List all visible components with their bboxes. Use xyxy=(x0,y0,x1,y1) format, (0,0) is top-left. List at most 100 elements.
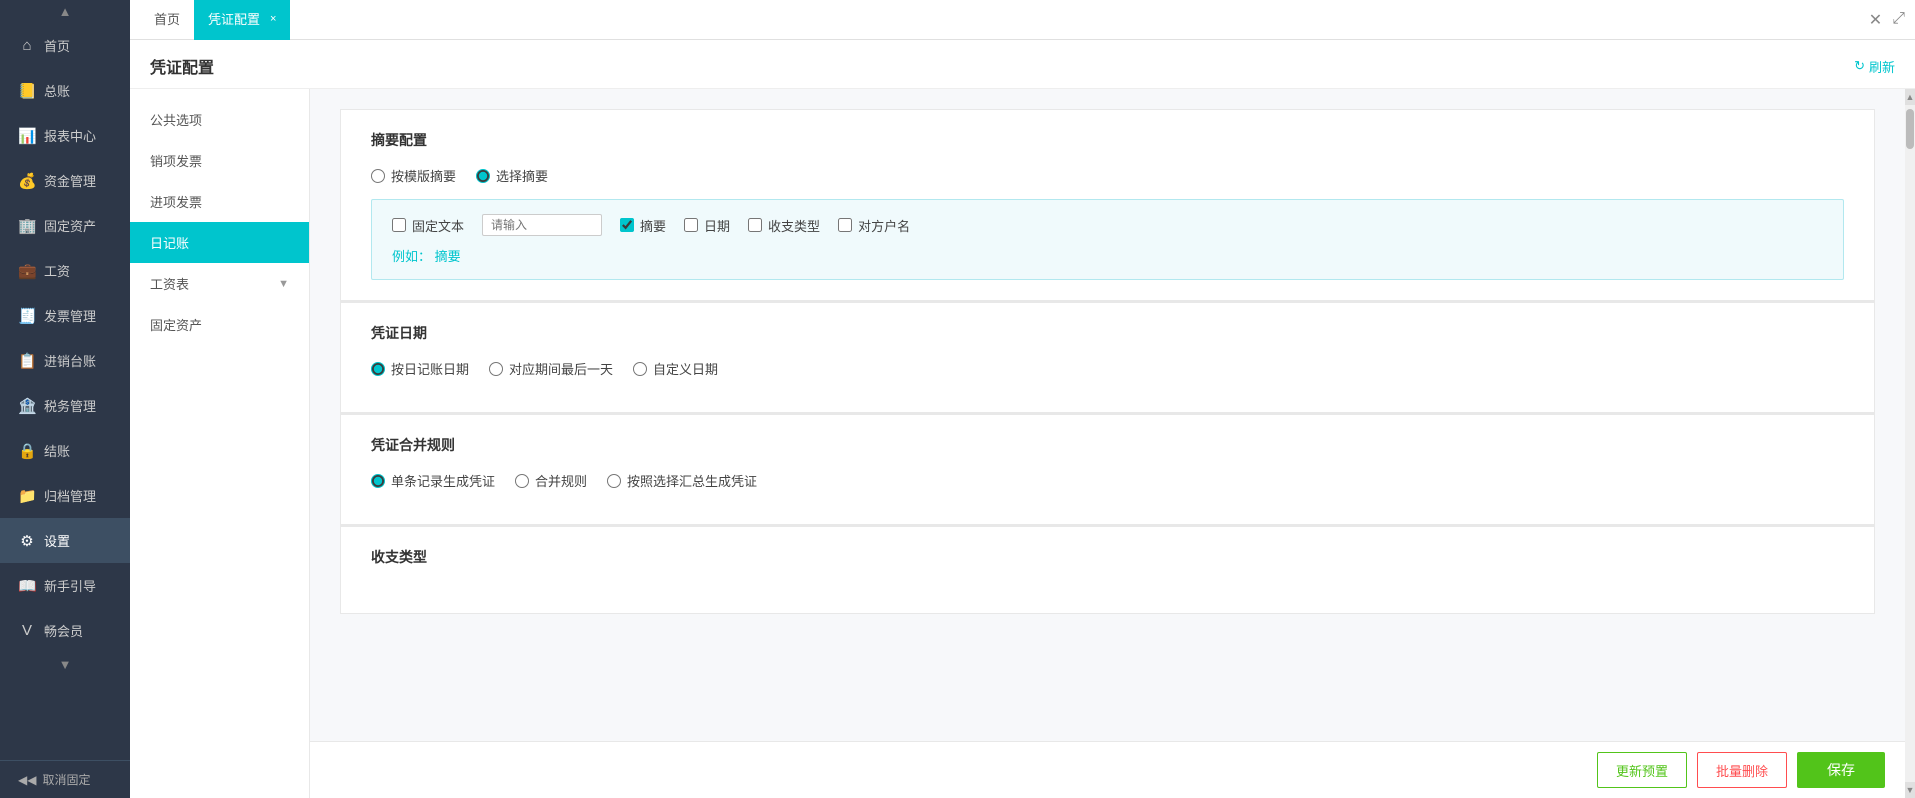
main-area: 首页凭证配置× ✕ ⤢ 凭证配置 ↻ 刷新 公共选项销项发票进项发票日记账工资表… xyxy=(130,0,1915,798)
single-record-input[interactable] xyxy=(371,474,385,488)
sidebar-label-payroll: 工资 xyxy=(44,261,70,280)
left-nav-label-payroll-table: 工资表 xyxy=(150,274,189,293)
sidebar-item-reports[interactable]: 📊报表中心 xyxy=(0,113,130,158)
template-mode-input[interactable] xyxy=(371,169,385,183)
merge-rule-row: 单条记录生成凭证 合并规则 按照选择汇总生成凭证 xyxy=(371,471,1844,490)
left-nav-payroll-table[interactable]: 工资表▼ xyxy=(130,263,309,304)
sidebar-label-invoice-mgmt: 发票管理 xyxy=(44,306,96,325)
voucher-date-title: 凭证日期 xyxy=(371,323,1844,343)
left-nav-label-purchase-invoice: 进项发票 xyxy=(150,192,202,211)
by-journal-date-input[interactable] xyxy=(371,362,385,376)
sidebar-item-invoice-mgmt[interactable]: 🧾 发票管理 xyxy=(0,293,130,338)
merge-rule-radio[interactable]: 合并规则 xyxy=(515,471,587,490)
select-mode-radio[interactable]: 选择摘要 xyxy=(476,166,548,185)
sidebar: ▲ ⌂ 首页 📒总账📊报表中心 💰 资金管理 🏢固定资产💼工资 🧾 发票管理 📋进销台账🏦税务管… xyxy=(0,0,130,798)
fixed-text-field[interactable] xyxy=(482,214,602,236)
by-selection-label: 按照选择汇总生成凭证 xyxy=(627,471,757,490)
summary-input[interactable] xyxy=(620,218,634,232)
summary-checkbox-row: 固定文本 摘要 日期 xyxy=(392,214,1823,236)
summary-check[interactable]: 摘要 xyxy=(620,216,666,235)
left-nav-public[interactable]: 公共选项 xyxy=(130,99,309,140)
last-day-input[interactable] xyxy=(489,362,503,376)
date-check-label: 日期 xyxy=(704,216,730,235)
sidebar-item-ledger[interactable]: 📒总账 xyxy=(0,68,130,113)
voucher-date-row: 按日记账日期 对应期间最后一天 自定义日期 xyxy=(371,359,1844,378)
sidebar-item-closing[interactable]: 🔒 结账 xyxy=(0,428,130,473)
sidebar-item-home[interactable]: ⌂ 首页 xyxy=(0,23,130,68)
fixed-text-check[interactable]: 固定文本 xyxy=(392,216,464,235)
update-preview-btn[interactable]: 更新预置 xyxy=(1597,752,1687,788)
sidebar-label-assets: 固定资产 xyxy=(44,216,96,235)
custom-date-input[interactable] xyxy=(633,362,647,376)
sidebar-item-payroll[interactable]: 💼工资 xyxy=(0,248,130,293)
sidebar-label-vip: 畅会员 xyxy=(44,621,83,640)
scroll-thumb[interactable] xyxy=(1906,109,1914,149)
sidebar-unpin-label: 取消固定 xyxy=(42,771,90,788)
left-nav-label-public: 公共选项 xyxy=(150,110,202,129)
date-check[interactable]: 日期 xyxy=(684,216,730,235)
sidebar-icon-closing: 🔒 xyxy=(18,442,36,460)
sidebar-label-closing: 结账 xyxy=(44,441,70,460)
sidebar-item-guide[interactable]: 📖新手引导 xyxy=(0,563,130,608)
custom-date-radio[interactable]: 自定义日期 xyxy=(633,359,718,378)
tab-close-voucher-config-tab[interactable]: × xyxy=(270,13,276,25)
date-input[interactable] xyxy=(684,218,698,232)
custom-date-label: 自定义日期 xyxy=(653,359,718,378)
tab-label-home-tab: 首页 xyxy=(154,9,180,28)
sidebar-icon-funds: 💰 xyxy=(18,172,36,190)
sidebar-icon-invoice-mgmt: 🧾 xyxy=(18,307,36,325)
refresh-btn[interactable]: ↻ 刷新 xyxy=(1854,57,1895,76)
merge-rule-label: 合并规则 xyxy=(535,471,587,490)
single-record-label: 单条记录生成凭证 xyxy=(391,471,495,490)
sidebar-item-assets[interactable]: 🏢固定资产 xyxy=(0,203,130,248)
sidebar-item-settings[interactable]: ⚙设置 xyxy=(0,518,130,563)
counterpart-input[interactable] xyxy=(838,218,852,232)
merge-rule-input[interactable] xyxy=(515,474,529,488)
by-selection-input[interactable] xyxy=(607,474,621,488)
left-nav-sales-invoice[interactable]: 销项发票 xyxy=(130,140,309,181)
income-type-check-label: 收支类型 xyxy=(768,216,820,235)
scroll-up-btn[interactable]: ▲ xyxy=(1905,89,1915,105)
close-window-btn[interactable]: ✕ xyxy=(1869,10,1882,30)
sidebar-item-inout-ledger[interactable]: 📋进销台账 xyxy=(0,338,130,383)
sidebar-scroll-up[interactable]: ▲ xyxy=(0,0,130,23)
left-nav-fixed-assets[interactable]: 固定资产 xyxy=(130,304,309,345)
sidebar-icon-vip: V xyxy=(18,622,36,639)
merge-rule-title: 凭证合并规则 xyxy=(371,435,1844,455)
single-record-radio[interactable]: 单条记录生成凭证 xyxy=(371,471,495,490)
maximize-window-btn[interactable]: ⤢ xyxy=(1892,10,1905,30)
sidebar-item-archive[interactable]: 📁归档管理 xyxy=(0,473,130,518)
batch-delete-btn[interactable]: 批量删除 xyxy=(1697,752,1787,788)
sidebar-label-inout-ledger: 进销台账 xyxy=(44,351,96,370)
sidebar-label-home: 首页 xyxy=(44,36,70,55)
select-mode-label: 选择摘要 xyxy=(496,166,548,185)
refresh-icon: ↻ xyxy=(1854,58,1865,74)
summary-title: 摘要配置 xyxy=(371,130,1844,150)
sidebar-scroll-down[interactable]: ▼ xyxy=(0,653,130,676)
sidebar-label-ledger: 总账 xyxy=(44,81,70,100)
left-nav-purchase-invoice[interactable]: 进项发票 xyxy=(130,181,309,222)
by-journal-date-radio[interactable]: 按日记账日期 xyxy=(371,359,469,378)
tab-home-tab[interactable]: 首页 xyxy=(140,0,194,40)
save-btn[interactable]: 保存 xyxy=(1797,752,1885,788)
sidebar-icon-home: ⌂ xyxy=(18,37,36,54)
income-type-input[interactable] xyxy=(748,218,762,232)
sidebar-item-funds[interactable]: 💰 资金管理 xyxy=(0,158,130,203)
last-day-radio[interactable]: 对应期间最后一天 xyxy=(489,359,613,378)
scroll-down-btn[interactable]: ▼ xyxy=(1905,782,1915,798)
fixed-text-input[interactable] xyxy=(392,218,406,232)
by-selection-radio[interactable]: 按照选择汇总生成凭证 xyxy=(607,471,757,490)
income-type-check[interactable]: 收支类型 xyxy=(748,216,820,235)
voucher-date-section: 凭证日期 按日记账日期 对应期间最后一天 xyxy=(340,302,1875,413)
window-controls: ✕ ⤢ xyxy=(1869,10,1905,30)
tab-voucher-config-tab[interactable]: 凭证配置× xyxy=(194,0,290,40)
select-mode-input[interactable] xyxy=(476,169,490,183)
counterpart-check[interactable]: 对方户名 xyxy=(838,216,910,235)
template-mode-radio[interactable]: 按模版摘要 xyxy=(371,166,456,185)
left-nav: 公共选项销项发票进项发票日记账工资表▼固定资产 xyxy=(130,89,310,798)
sidebar-label-funds: 资金管理 xyxy=(44,171,96,190)
sidebar-item-vip[interactable]: V 畅会员 xyxy=(0,608,130,653)
sidebar-item-tax-mgmt[interactable]: 🏦税务管理 xyxy=(0,383,130,428)
sidebar-unpin-btn[interactable]: ◀◀ 取消固定 xyxy=(0,760,130,798)
left-nav-journal[interactable]: 日记账 xyxy=(130,222,309,263)
